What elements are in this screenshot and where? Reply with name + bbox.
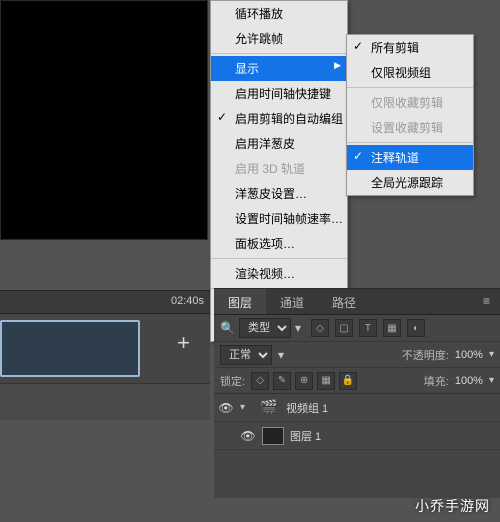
- tab-channels[interactable]: 通道: [266, 289, 318, 314]
- layer-thumbnail: [262, 427, 284, 445]
- opacity-value[interactable]: 100%: [455, 349, 483, 361]
- menu-item-label: 允许跳帧: [235, 32, 283, 46]
- filter-type-icon[interactable]: ◇: [311, 319, 329, 337]
- timeline-track[interactable]: +: [0, 314, 210, 384]
- menu-item-label: 设置收藏剪辑: [371, 121, 443, 135]
- menu-item-label: 启用 3D 轨道: [235, 162, 305, 176]
- menu-item[interactable]: 设置时间轴帧速率…: [211, 206, 347, 231]
- layer-name[interactable]: 视频组 1: [286, 400, 328, 416]
- search-icon[interactable]: 🔍: [220, 321, 235, 335]
- timeline-ruler[interactable]: 02:40s: [0, 290, 210, 314]
- panel-menu-button[interactable]: ≡: [473, 289, 500, 314]
- lock-label: 锁定:: [220, 373, 245, 389]
- layer-name[interactable]: 图层 1: [290, 428, 321, 444]
- panel-tabs: 图层 通道 路径 ≡: [214, 289, 500, 315]
- add-track-button[interactable]: +: [177, 330, 190, 356]
- submenu-item[interactable]: ✓ 注释轨道: [347, 145, 473, 170]
- fill-value[interactable]: 100%: [455, 375, 483, 387]
- menu-item[interactable]: 循环播放: [211, 1, 347, 26]
- submenu-item: 设置收藏剪辑: [347, 115, 473, 140]
- timeline-clip[interactable]: [0, 320, 140, 377]
- lock-option-icon[interactable]: ✎: [273, 372, 291, 390]
- filter-icons: ◇ ▢ T ▦ ◐: [311, 319, 425, 337]
- blend-dropdown-arrow: ▾: [278, 348, 284, 362]
- menu-item-label: 循环播放: [235, 7, 283, 21]
- blend-mode-select[interactable]: 正常: [220, 345, 272, 365]
- lock-option-icon[interactable]: ◇: [251, 372, 269, 390]
- opacity-arrow-icon[interactable]: ▾: [489, 349, 494, 360]
- blend-row: 正常 ▾ 不透明度: 100% ▾: [214, 341, 500, 367]
- menu-item[interactable]: 显示 ▶: [211, 56, 347, 81]
- layer-row[interactable]: 👁 图层 1: [214, 422, 500, 450]
- menu-separator: [347, 87, 473, 88]
- check-icon: ✓: [217, 110, 227, 124]
- menu-separator: [211, 53, 347, 54]
- menu-item-label: 设置时间轴帧速率…: [235, 212, 343, 226]
- menu-item-label: 所有剪辑: [371, 41, 419, 55]
- menu-item[interactable]: 洋葱皮设置…: [211, 181, 347, 206]
- visibility-toggle[interactable]: 👁: [240, 429, 256, 443]
- menu-item-label: 注释轨道: [371, 151, 419, 165]
- filter-dropdown-arrow: ▾: [295, 321, 301, 335]
- submenu-item: 仅限收藏剪辑: [347, 90, 473, 115]
- menu-item[interactable]: 启用洋葱皮: [211, 131, 347, 156]
- menu-item[interactable]: 面板选项…: [211, 231, 347, 256]
- menu-item-label: 洋葱皮设置…: [235, 187, 307, 201]
- filter-type-icon[interactable]: ▢: [335, 319, 353, 337]
- layer-group-row[interactable]: 👁 ▾ 🎬 视频组 1: [214, 394, 500, 422]
- submenu-arrow-icon: ▶: [334, 60, 341, 71]
- filter-type-icon[interactable]: ▦: [383, 319, 401, 337]
- menu-item[interactable]: 启用时间轴快捷键: [211, 81, 347, 106]
- lock-option-icon[interactable]: 🔒: [339, 372, 357, 390]
- menu-item-label: 渲染视频…: [235, 267, 295, 281]
- menu-item-label: 仅限视频组: [371, 66, 431, 80]
- clapperboard-icon: 🎬: [258, 399, 280, 417]
- timecode-label: 02:40s: [171, 295, 204, 307]
- menu-separator: [211, 258, 347, 259]
- lock-icons: ◇✎⊕▦🔒: [251, 372, 357, 390]
- timeline-area: 02:40s +: [0, 240, 210, 420]
- filter-type-icon[interactable]: ◐: [407, 319, 425, 337]
- menu-item-label: 显示: [235, 62, 259, 76]
- layer-filter-row: 🔍 类型 ▾ ◇ ▢ T ▦ ◐: [214, 315, 500, 341]
- submenu-item[interactable]: 仅限视频组: [347, 60, 473, 85]
- submenu-item[interactable]: 全局光源跟踪: [347, 170, 473, 195]
- filter-type-select[interactable]: 类型: [239, 318, 291, 338]
- menu-item[interactable]: 渲染视频…: [211, 261, 347, 286]
- opacity-label: 不透明度:: [402, 347, 449, 363]
- twirl-icon[interactable]: ▾: [240, 402, 252, 413]
- lock-row: 锁定: ◇✎⊕▦🔒 填充: 100% ▾: [214, 367, 500, 393]
- layers-panel: 图层 通道 路径 ≡ 🔍 类型 ▾ ◇ ▢ T ▦ ◐ 正常 ▾ 不透明度: 100% …: [214, 288, 500, 498]
- fill-label: 填充:: [424, 373, 449, 389]
- lock-option-icon[interactable]: ⊕: [295, 372, 313, 390]
- tab-layers[interactable]: 图层: [214, 289, 266, 314]
- menu-item-label: 仅限收藏剪辑: [371, 96, 443, 110]
- menu-item[interactable]: ✓ 启用剪辑的自动编组: [211, 106, 347, 131]
- menu-item: 启用 3D 轨道: [211, 156, 347, 181]
- fill-arrow-icon[interactable]: ▾: [489, 375, 494, 386]
- menu-item[interactable]: 允许跳帧: [211, 26, 347, 51]
- menu-item-label: 启用洋葱皮: [235, 137, 295, 151]
- watermark-text: 小乔手游网: [415, 496, 490, 516]
- submenu-item[interactable]: ✓ 所有剪辑: [347, 35, 473, 60]
- visibility-toggle[interactable]: 👁: [218, 401, 234, 415]
- menu-item-label: 面板选项…: [235, 237, 295, 251]
- check-icon: ✓: [353, 39, 363, 53]
- timeline-gap: [0, 240, 210, 290]
- menu-separator: [347, 142, 473, 143]
- layer-list: 👁 ▾ 🎬 视频组 1 👁 图层 1: [214, 393, 500, 450]
- filter-type-icon[interactable]: T: [359, 319, 377, 337]
- tab-paths[interactable]: 路径: [318, 289, 370, 314]
- menu-item-label: 启用剪辑的自动编组: [235, 112, 343, 126]
- display-submenu[interactable]: ✓ 所有剪辑仅限视频组仅限收藏剪辑设置收藏剪辑 ✓ 注释轨道全局光源跟踪: [346, 34, 474, 196]
- preview-viewport: [0, 0, 208, 240]
- check-icon: ✓: [353, 149, 363, 163]
- menu-item-label: 启用时间轴快捷键: [235, 87, 331, 101]
- menu-item-label: 全局光源跟踪: [371, 176, 443, 190]
- lock-option-icon[interactable]: ▦: [317, 372, 335, 390]
